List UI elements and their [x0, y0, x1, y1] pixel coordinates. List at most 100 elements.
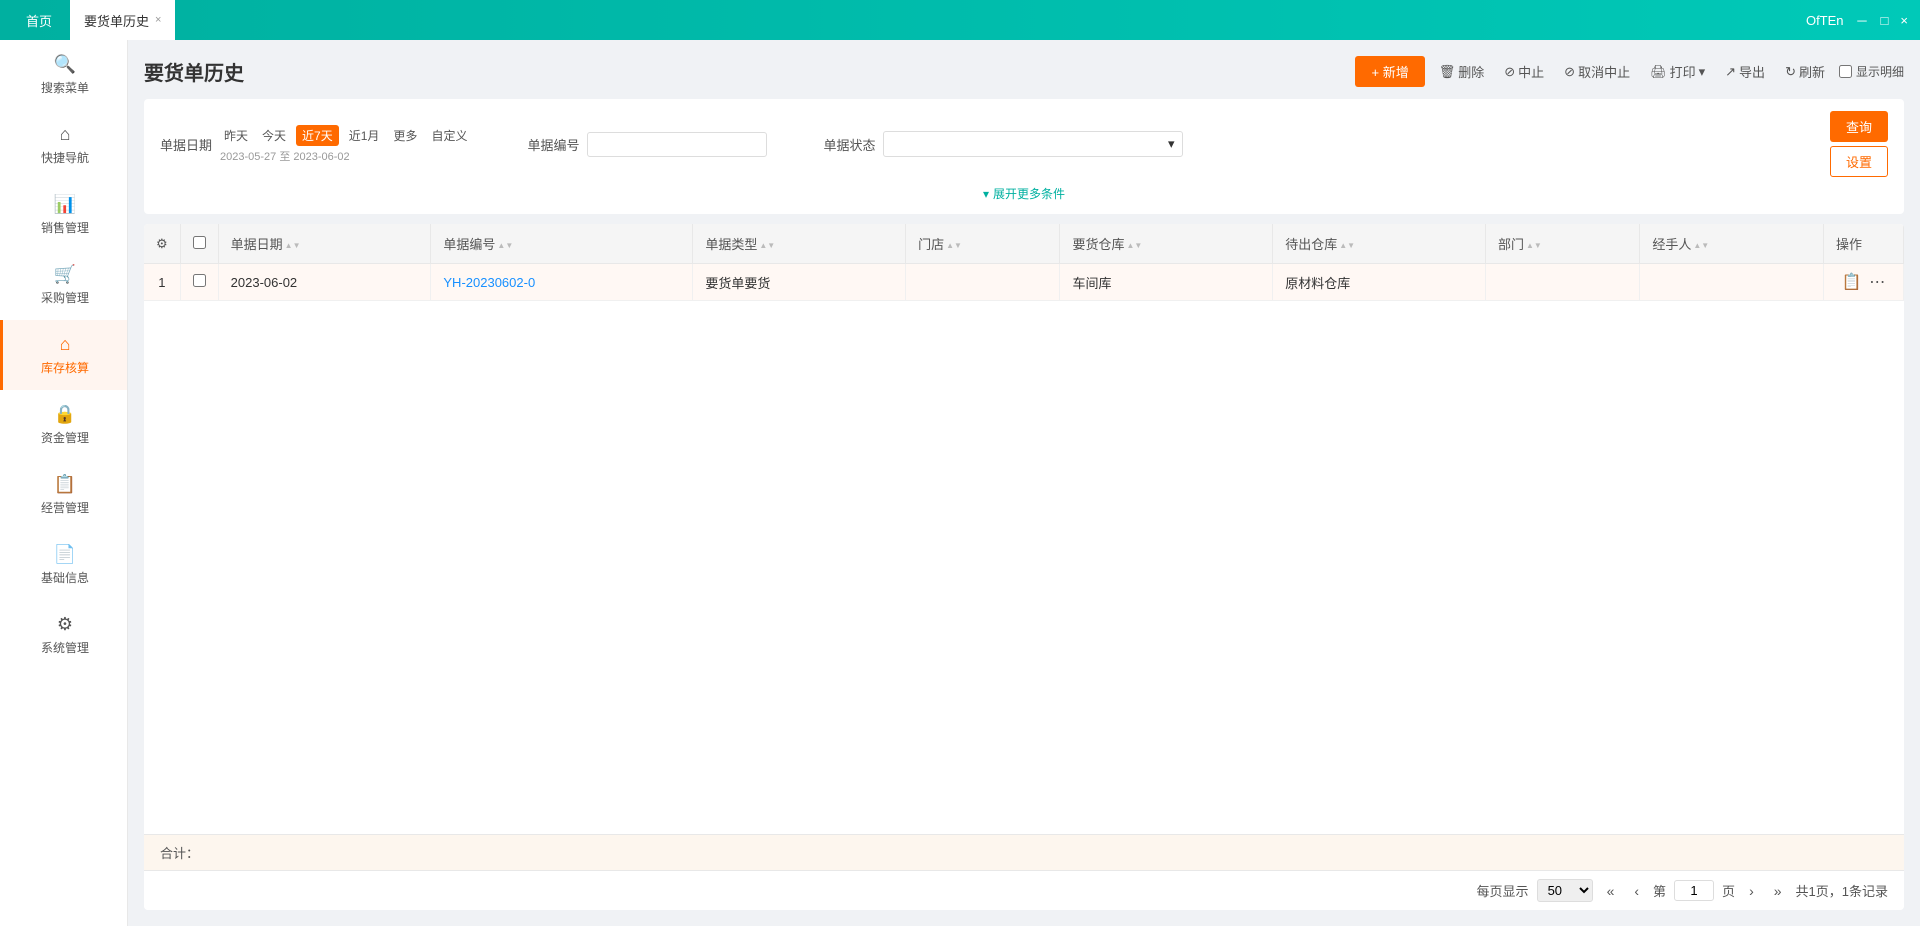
sidebar-item-quick-nav[interactable]: ⌂ 快捷导航	[0, 110, 127, 180]
purchase-mgmt-icon: 🛒	[54, 264, 76, 285]
next-page-btn[interactable]: ›	[1743, 881, 1760, 901]
sidebar-item-basic-info[interactable]: 📄 基础信息	[0, 530, 127, 600]
th-handler[interactable]: 经手人▲▼	[1640, 224, 1824, 264]
date-btn-1month[interactable]: 近1月	[345, 126, 384, 145]
sidebar-item-finance-mgmt[interactable]: 🔒 资金管理	[0, 390, 127, 460]
sidebar-item-sys-mgmt[interactable]: ⚙ 系统管理	[0, 600, 127, 670]
status-select[interactable]: ▾	[883, 131, 1183, 157]
tab-home[interactable]: 首页	[12, 0, 66, 40]
table-header-row: ⚙ 单据日期▲▼ 单据编号▲▼ 单据类型▲▼	[144, 224, 1904, 264]
setting-button[interactable]: 设置	[1830, 146, 1888, 177]
cell-docno-0: YH-20230602-0	[431, 264, 693, 301]
docno-input[interactable]	[587, 132, 767, 157]
show-detail-checkbox[interactable]	[1839, 65, 1852, 78]
sidebar-item-quick-nav-label: 快捷导航	[41, 149, 89, 166]
page-title-bar: 要货单历史 + 新增 🗑 删除 ⊘ 中止 ⊘ 取消中止 🖨 打印	[144, 56, 1904, 87]
page-input[interactable]	[1674, 880, 1714, 901]
date-btn-more[interactable]: 更多	[389, 126, 421, 145]
filter-date: 单据日期 昨天 今天 近7天 近1月 更多 自定义 2023-05-27 至 2…	[160, 125, 471, 164]
sidebar-item-inventory-calc[interactable]: ⌂ 库存核算	[0, 320, 127, 390]
th-store[interactable]: 门店▲▼	[906, 224, 1060, 264]
sidebar-item-search-menu-label: 搜索菜单	[41, 79, 89, 96]
show-detail-checkbox-label[interactable]: 显示明细	[1839, 63, 1904, 80]
sidebar-item-purchase-mgmt[interactable]: 🛒 采购管理	[0, 250, 127, 320]
last-page-btn[interactable]: »	[1768, 881, 1788, 901]
print-button[interactable]: 🖨 打印 ▾	[1644, 58, 1711, 85]
date-btn-7days[interactable]: 近7天	[296, 125, 339, 146]
date-btn-custom[interactable]: 自定义	[427, 126, 471, 145]
sort-doctype-icon: ▲▼	[759, 242, 775, 250]
cell-store-0	[906, 264, 1060, 301]
sort-reqwarehouse-icon: ▲▼	[1127, 242, 1143, 250]
delete-icon: 🗑	[1439, 64, 1456, 80]
new-button[interactable]: + 新增	[1355, 56, 1424, 87]
sidebar: 🔍 搜索菜单 ⌂ 快捷导航 📊 销售管理 🛒 采购管理 ⌂ 库存核算 🔒 资金管…	[0, 40, 128, 926]
sidebar-item-ops-mgmt[interactable]: 📋 经营管理	[0, 460, 127, 530]
brand-label: OfTEn	[1806, 13, 1844, 28]
close-tab-icon[interactable]: ×	[155, 14, 161, 26]
per-page-label: 每页显示	[1477, 881, 1529, 900]
status-filter-label: 单据状态	[823, 135, 875, 154]
sort-docno-icon: ▲▼	[497, 242, 513, 250]
th-docno[interactable]: 单据编号▲▼	[431, 224, 693, 264]
sort-date-icon: ▲▼	[285, 242, 301, 250]
more-btn-0[interactable]: ⋯	[1867, 274, 1887, 291]
finance-mgmt-icon: 🔒	[54, 404, 76, 425]
tab-requisition-history[interactable]: 要货单历史 ×	[70, 0, 175, 40]
export-button[interactable]: ↗ 导出	[1719, 58, 1771, 85]
docno-link-0[interactable]: YH-20230602-0	[443, 275, 535, 290]
select-all-checkbox[interactable]	[193, 236, 206, 249]
sidebar-item-search-menu[interactable]: 🔍 搜索菜单	[0, 40, 127, 110]
th-pendingwarehouse[interactable]: 待出仓库▲▼	[1273, 224, 1486, 264]
refresh-button[interactable]: ↻ 刷新	[1779, 58, 1831, 85]
sort-store-icon: ▲▼	[946, 242, 962, 250]
page-title: 要货单历史	[144, 57, 244, 86]
data-table: ⚙ 单据日期▲▼ 单据编号▲▼ 单据类型▲▼	[144, 224, 1904, 301]
print-chevron-icon: ▾	[1699, 64, 1706, 80]
row-checkbox-0[interactable]	[193, 274, 206, 287]
close-window-icon[interactable]: ×	[1900, 13, 1908, 28]
toolbar: + 新增 🗑 删除 ⊘ 中止 ⊘ 取消中止 🖨 打印 ▾	[1355, 56, 1904, 87]
main-layout: 🔍 搜索菜单 ⌂ 快捷导航 📊 销售管理 🛒 采购管理 ⌂ 库存核算 🔒 资金管…	[0, 40, 1920, 926]
date-shortcuts: 昨天 今天 近7天 近1月 更多 自定义 2023-05-27 至 2023-0…	[220, 125, 471, 164]
filter-row: 单据日期 昨天 今天 近7天 近1月 更多 自定义 2023-05-27 至 2…	[160, 111, 1888, 177]
th-date[interactable]: 单据日期▲▼	[218, 224, 431, 264]
top-nav-bar: 首页 要货单历史 × OfTEn － □ ×	[0, 0, 1920, 40]
first-page-btn[interactable]: «	[1601, 881, 1621, 901]
sidebar-item-sales-mgmt[interactable]: 📊 销售管理	[0, 180, 127, 250]
maximize-icon[interactable]: □	[1881, 13, 1889, 28]
tab-requisition-history-label: 要货单历史	[84, 11, 149, 30]
date-btn-yesterday[interactable]: 昨天	[220, 126, 252, 145]
query-button[interactable]: 查询	[1830, 111, 1888, 142]
status-select-chevron: ▾	[1168, 136, 1175, 152]
cell-handler-0	[1640, 264, 1824, 301]
cancel-stop-icon: ⊘	[1564, 64, 1575, 80]
th-reqwarehouse[interactable]: 要货仓库▲▼	[1060, 224, 1273, 264]
th-doctype[interactable]: 单据类型▲▼	[693, 224, 906, 264]
print-icon: 🖨	[1650, 64, 1667, 80]
cancel-stop-button[interactable]: ⊘ 取消中止	[1558, 58, 1636, 85]
tab-home-label: 首页	[26, 11, 52, 30]
filter-panel: 单据日期 昨天 今天 近7天 近1月 更多 自定义 2023-05-27 至 2…	[144, 99, 1904, 214]
table-body: 1 2023-06-02 YH-20230602-0 要货单要货 车间库 原材料…	[144, 264, 1904, 301]
table-container: ⚙ 单据日期▲▼ 单据编号▲▼ 单据类型▲▼	[144, 224, 1904, 910]
minimize-icon[interactable]: －	[1856, 11, 1869, 30]
cell-check-0	[180, 264, 218, 301]
refresh-label: 刷新	[1799, 62, 1825, 81]
page-suffix: 页	[1722, 881, 1735, 900]
date-btn-today[interactable]: 今天	[258, 126, 290, 145]
th-dept[interactable]: 部门▲▼	[1485, 224, 1639, 264]
per-page-select[interactable]: 50 100 200	[1537, 879, 1593, 902]
view-btn-0[interactable]: 📋	[1840, 274, 1864, 291]
expand-more-btn[interactable]: ▾ 展开更多条件	[160, 185, 1888, 202]
expand-more-label: 展开更多条件	[993, 185, 1065, 202]
th-settings[interactable]: ⚙	[144, 224, 180, 264]
sidebar-item-basic-info-label: 基础信息	[41, 569, 89, 586]
table-footer: 合计：	[144, 834, 1904, 870]
sort-pendingwarehouse-icon: ▲▼	[1339, 242, 1355, 250]
sort-handler-icon: ▲▼	[1693, 242, 1709, 250]
delete-button[interactable]: 🗑 删除	[1433, 58, 1491, 85]
stop-button[interactable]: ⊘ 中止	[1498, 58, 1550, 85]
prev-page-btn[interactable]: ‹	[1628, 881, 1645, 901]
sidebar-item-finance-mgmt-label: 资金管理	[41, 429, 89, 446]
